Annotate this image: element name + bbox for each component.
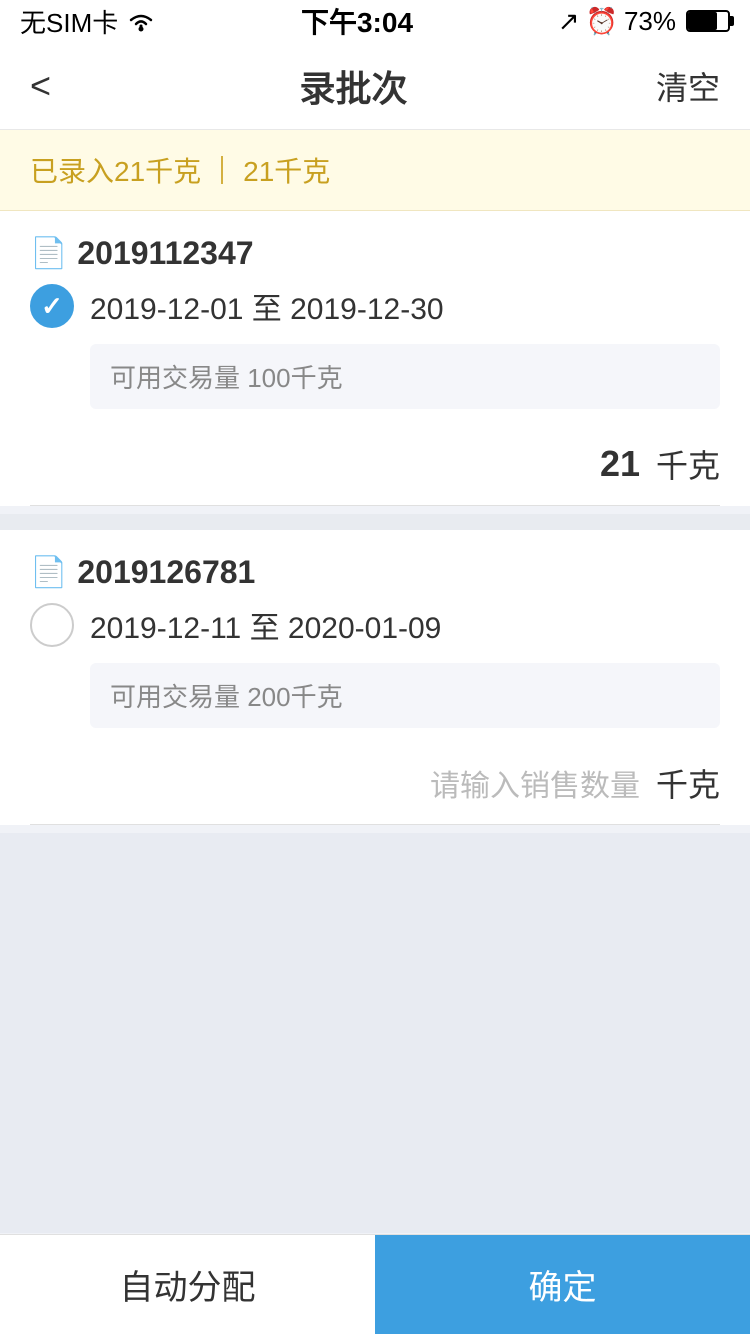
confirm-button[interactable]: 确定 [375, 1235, 750, 1334]
batch-2-date: 2019-12-11 至 2020-01-09 [90, 603, 441, 647]
status-left: 无SIM卡 [20, 3, 156, 40]
carrier-text: 无SIM卡 [20, 3, 118, 40]
batch-1-qty-value: 21 [600, 443, 640, 485]
clear-button[interactable]: 清空 [656, 63, 720, 109]
batch-1-avail: 可用交易量 100千克 [90, 344, 720, 409]
batch-2-qty-unit: 千克 [656, 760, 720, 806]
batch-card-1: 📄 2019112347 2019-12-01 至 2019-12-30 可用交… [0, 211, 750, 506]
section-divider [0, 514, 750, 530]
status-right: ↗ ⏰ 73% [558, 6, 730, 37]
info-divider [221, 156, 223, 184]
battery-percent: 73% [624, 6, 676, 37]
alarm-icon: ⏰ [586, 6, 618, 37]
batch-1-qty-row: 21 千克 [0, 425, 750, 497]
info-bar: 已录入21千克 21千克 [0, 130, 750, 211]
batch-2-header: 📄 2019126781 [30, 554, 720, 591]
info-value: 21千克 [243, 150, 330, 190]
info-label: 已录入21千克 [30, 150, 201, 190]
status-time: 下午3:04 [301, 1, 413, 41]
batch-1-row2: 2019-12-01 至 2019-12-30 [30, 284, 720, 328]
location-icon: ↗ [558, 6, 580, 37]
batch-1-date: 2019-12-01 至 2019-12-30 [90, 284, 444, 328]
batch-2-qty-row[interactable]: 请输入销售数量 千克 [0, 744, 750, 816]
nav-bar: < 录批次 清空 [0, 42, 750, 130]
auto-distribute-button[interactable]: 自动分配 [0, 1235, 375, 1334]
action-bar: 自动分配 确定 [0, 1234, 750, 1334]
batch-1-header: 📄 2019112347 [30, 235, 720, 272]
batch-2-qty-placeholder: 请输入销售数量 [430, 761, 640, 805]
back-button[interactable]: < [30, 65, 51, 107]
batch-1-divider [30, 505, 720, 506]
batch-2-divider [30, 824, 720, 825]
status-bar: 无SIM卡 下午3:04 ↗ ⏰ 73% [0, 0, 750, 42]
doc-icon-1: 📄 [30, 236, 67, 271]
batch-1-id: 2019112347 [77, 235, 253, 272]
batch-2-row2: 2019-12-11 至 2020-01-09 [30, 603, 720, 647]
empty-area [0, 833, 750, 1233]
doc-icon-2: 📄 [30, 555, 67, 590]
batch-1-radio[interactable] [30, 284, 74, 328]
batch-2-id: 2019126781 [77, 554, 255, 591]
page-title: 录批次 [300, 60, 408, 112]
wifi-icon [126, 10, 156, 32]
batch-2-radio[interactable] [30, 603, 74, 647]
batch-card-2: 📄 2019126781 2019-12-11 至 2020-01-09 可用交… [0, 530, 750, 825]
batch-2-avail: 可用交易量 200千克 [90, 663, 720, 728]
batch-1-qty-unit: 千克 [656, 441, 720, 487]
battery-icon [686, 10, 730, 32]
